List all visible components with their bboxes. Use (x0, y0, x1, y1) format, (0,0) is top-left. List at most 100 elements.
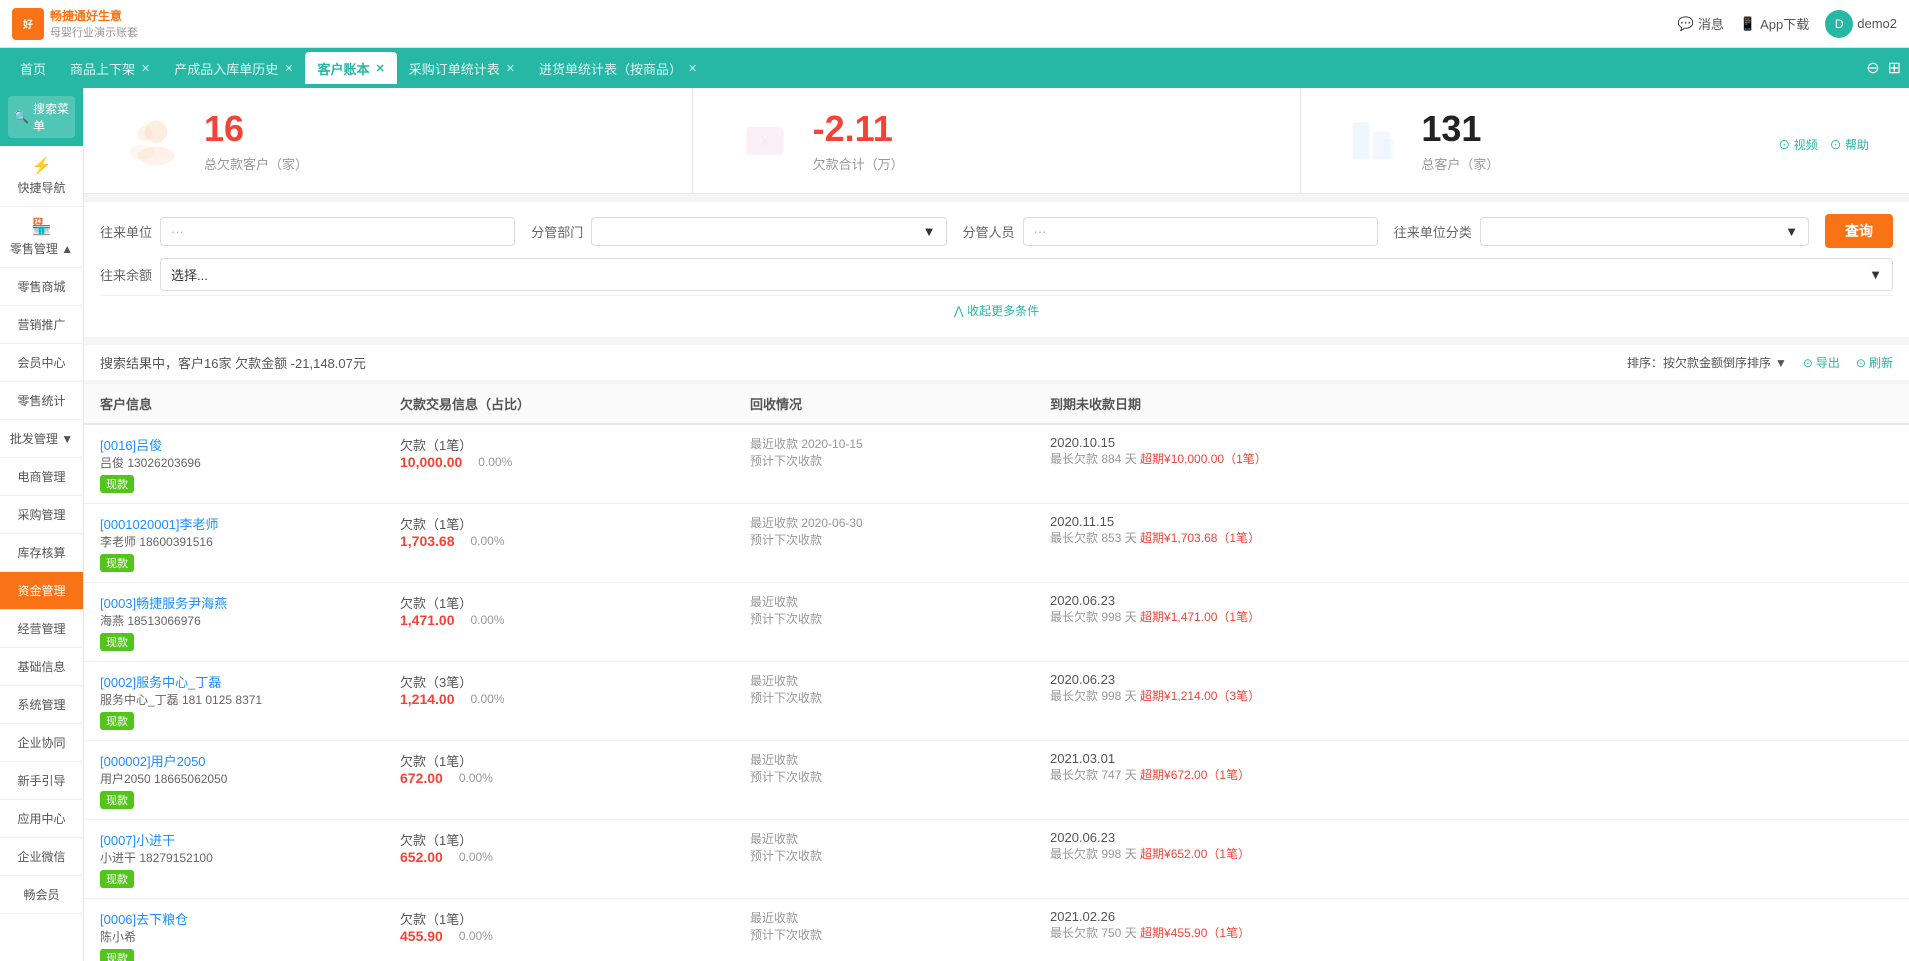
sidebar-search-box[interactable]: 🔍 搜索菜单 (8, 96, 75, 138)
filter-select-dept[interactable]: ▼ (591, 217, 946, 246)
debt-amount[interactable]: 1,703.68 (400, 533, 455, 549)
payback-info: 最近收款 (750, 593, 1050, 610)
filter-input-vendor[interactable]: ··· (160, 217, 515, 246)
overdue-amount[interactable]: 超期¥10,000.00（1笔） (1140, 452, 1267, 466)
chevron-down-icon-cat: ▼ (1785, 224, 1798, 239)
sidebar-item-app-center[interactable]: 应用中心 (0, 800, 83, 838)
results-summary: 搜索结果中，客户16家 欠款金额 -21,148.07元 (100, 353, 366, 372)
customer-phone: 海燕 18513066976 (100, 612, 400, 629)
export-icon: ⊙ (1803, 356, 1813, 370)
overdue-amount[interactable]: 超期¥672.00（1笔） (1140, 768, 1250, 782)
tab-goods-onoff[interactable]: 商品上下架 ✕ (58, 52, 162, 84)
col-header-duedate: 到期未收款日期 (1050, 394, 1893, 413)
customer-tag: 现款 (100, 554, 134, 572)
debt-amount[interactable]: 1,471.00 (400, 612, 455, 628)
sidebar-item-member[interactable]: 会员中心 (0, 344, 83, 382)
message-button[interactable]: 💬 消息 (1678, 14, 1724, 33)
table-body: [0016]吕俊 吕俊 13026203696 现款 欠款（1笔） 10,000… (84, 425, 1909, 961)
sidebar-item-collab[interactable]: 企业协同 (0, 724, 83, 762)
sidebar-item-member2[interactable]: 畅会员 (0, 876, 83, 914)
chevron-down-icon-sort: ▼ (1775, 356, 1787, 370)
overdue-amount[interactable]: 超期¥455.90（1笔） (1140, 926, 1250, 940)
customer-name[interactable]: [0003]畅捷服务尹海燕 (100, 593, 400, 612)
tab-production-close[interactable]: ✕ (284, 62, 293, 75)
sidebar-item-purchase[interactable]: 采购管理 (0, 496, 83, 534)
tab-minimize-icon[interactable]: ⊖ (1866, 58, 1879, 78)
customer-name[interactable]: [0016]吕俊 (100, 435, 400, 454)
user-menu[interactable]: D demo2 (1825, 10, 1897, 38)
debt-count: 欠款（1笔） (400, 830, 750, 849)
overdue-amount[interactable]: 超期¥1,703.68（1笔） (1140, 531, 1260, 545)
tab-purchase-close[interactable]: ✕ (506, 62, 515, 75)
sort-select[interactable]: 排序：按欠款金额倒序排序 ▼ (1627, 354, 1787, 371)
table-row: [0003]畅捷服务尹海燕 海燕 18513066976 现款 欠款（1笔） 1… (84, 583, 1909, 662)
debt-amount[interactable]: 10,000.00 (400, 454, 462, 470)
next-pay-info: 预计下次收款 (750, 847, 1050, 864)
table-row: [0001020001]李老师 李老师 18600391516 现款 欠款（1笔… (84, 504, 1909, 583)
tab-inbound-close[interactable]: ✕ (688, 62, 697, 75)
sidebar-item-wechat[interactable]: 企业微信 (0, 838, 83, 876)
customer-phone: 吕俊 13026203696 (100, 454, 400, 471)
recent-pay-label: 最近收款 (750, 674, 798, 688)
customer-tag: 现款 (100, 475, 134, 493)
sidebar-item-wechat-label: 企业微信 (4, 848, 79, 865)
filter-input-person[interactable]: ··· (1023, 217, 1378, 246)
customer-name[interactable]: [0002]服务中心_丁磊 (100, 672, 400, 691)
customer-name[interactable]: [0006]去下粮仓 (100, 909, 400, 928)
sidebar-item-ecommerce[interactable]: 电商管理 (0, 458, 83, 496)
debt-amount[interactable]: 652.00 (400, 849, 443, 865)
tab-home[interactable]: 首页 (8, 52, 58, 84)
collapse-bar[interactable]: ⋀ 收起更多条件 (100, 295, 1893, 325)
tab-goods-onoff-close[interactable]: ✕ (141, 62, 150, 75)
due-date-cell: 2021.02.26 最长欠款 750 天 超期¥455.90（1笔） (1050, 909, 1893, 941)
query-button[interactable]: 查询 (1825, 214, 1893, 248)
overdue-amount[interactable]: 超期¥652.00（1笔） (1140, 847, 1250, 861)
next-pay-info: 预计下次收款 (750, 689, 1050, 706)
refresh-button[interactable]: ⊙ 刷新 (1856, 354, 1893, 371)
tab-customer-close[interactable]: ✕ (376, 62, 385, 75)
sidebar-item-retail-stats[interactable]: 零售统计 (0, 382, 83, 420)
payback-info: 最近收款 (750, 830, 1050, 847)
overdue-amount[interactable]: 超期¥1,471.00（1笔） (1140, 610, 1260, 624)
tab-expand-icon[interactable]: ⊞ (1888, 58, 1901, 78)
customer-name[interactable]: [0001020001]李老师 (100, 514, 400, 533)
app-download-button[interactable]: 📱 App下载 (1740, 14, 1809, 33)
help-link[interactable]: ⊙ 帮助 (1830, 136, 1869, 153)
customer-info-cell: [000002]用户2050 用户2050 18665062050 现款 (100, 751, 400, 809)
total-customers-icon (1341, 109, 1405, 173)
debt-amount[interactable]: 672.00 (400, 770, 443, 786)
debt-info-cell: 欠款（3笔） 1,214.00 0.00% (400, 672, 750, 707)
debt-count: 欠款（1笔） (400, 593, 750, 612)
next-pay-label: 预计下次收款 (750, 533, 822, 547)
tab-inbound-stats[interactable]: 进货单统计表（按商品） ✕ (527, 52, 709, 84)
customer-name[interactable]: [0007]小进干 (100, 830, 400, 849)
tab-customer-account[interactable]: 客户账本 ✕ (305, 52, 396, 84)
logo-area: 好 畅捷通好生意 母婴行业演示账套 (12, 7, 138, 40)
sidebar-item-guide[interactable]: 新手引导 (0, 762, 83, 800)
sidebar-item-operations[interactable]: 经营管理 (0, 610, 83, 648)
overdue-amount[interactable]: 超期¥1,214.00（3笔） (1140, 689, 1260, 703)
tab-customer-label: 客户账本 (317, 59, 369, 78)
sidebar-item-quick-nav[interactable]: ⚡ 快捷导航 (0, 146, 83, 207)
sidebar-item-purchase-label: 采购管理 (4, 506, 79, 523)
filter-select-category[interactable]: ▼ (1480, 217, 1809, 246)
filter-select-balance[interactable]: 选择... ▼ (160, 258, 1893, 291)
video-link[interactable]: ⊙ 视频 (1778, 136, 1817, 153)
tab-production-history[interactable]: 产成品入库单历史 ✕ (162, 52, 305, 84)
debt-amount[interactable]: 455.90 (400, 928, 443, 944)
sidebar-item-inventory[interactable]: 库存核算 (0, 534, 83, 572)
sidebar-item-basic-info[interactable]: 基础信息 (0, 648, 83, 686)
filter-row-2: 往来余额 选择... ▼ (100, 258, 1893, 291)
debt-amount[interactable]: 1,214.00 (400, 691, 455, 707)
sidebar-item-finance[interactable]: 资金管理 (0, 572, 83, 610)
export-button[interactable]: ⊙ 导出 (1803, 354, 1840, 371)
tab-purchase-order[interactable]: 采购订单统计表 ✕ (397, 52, 527, 84)
sidebar-item-member2-label: 畅会员 (4, 886, 79, 903)
recent-pay-label: 最近收款 (750, 595, 798, 609)
sidebar-item-marketing[interactable]: 营销推广 (0, 306, 83, 344)
sidebar-item-retail-mall[interactable]: 零售商城 (0, 268, 83, 306)
sidebar-item-retail-mgmt[interactable]: 🏪 零售管理 ▲ (0, 207, 83, 268)
sidebar-item-wholesale[interactable]: 批发管理 ▼ (0, 420, 83, 458)
sidebar-item-system[interactable]: 系统管理 (0, 686, 83, 724)
customer-name[interactable]: [000002]用户2050 (100, 751, 400, 770)
